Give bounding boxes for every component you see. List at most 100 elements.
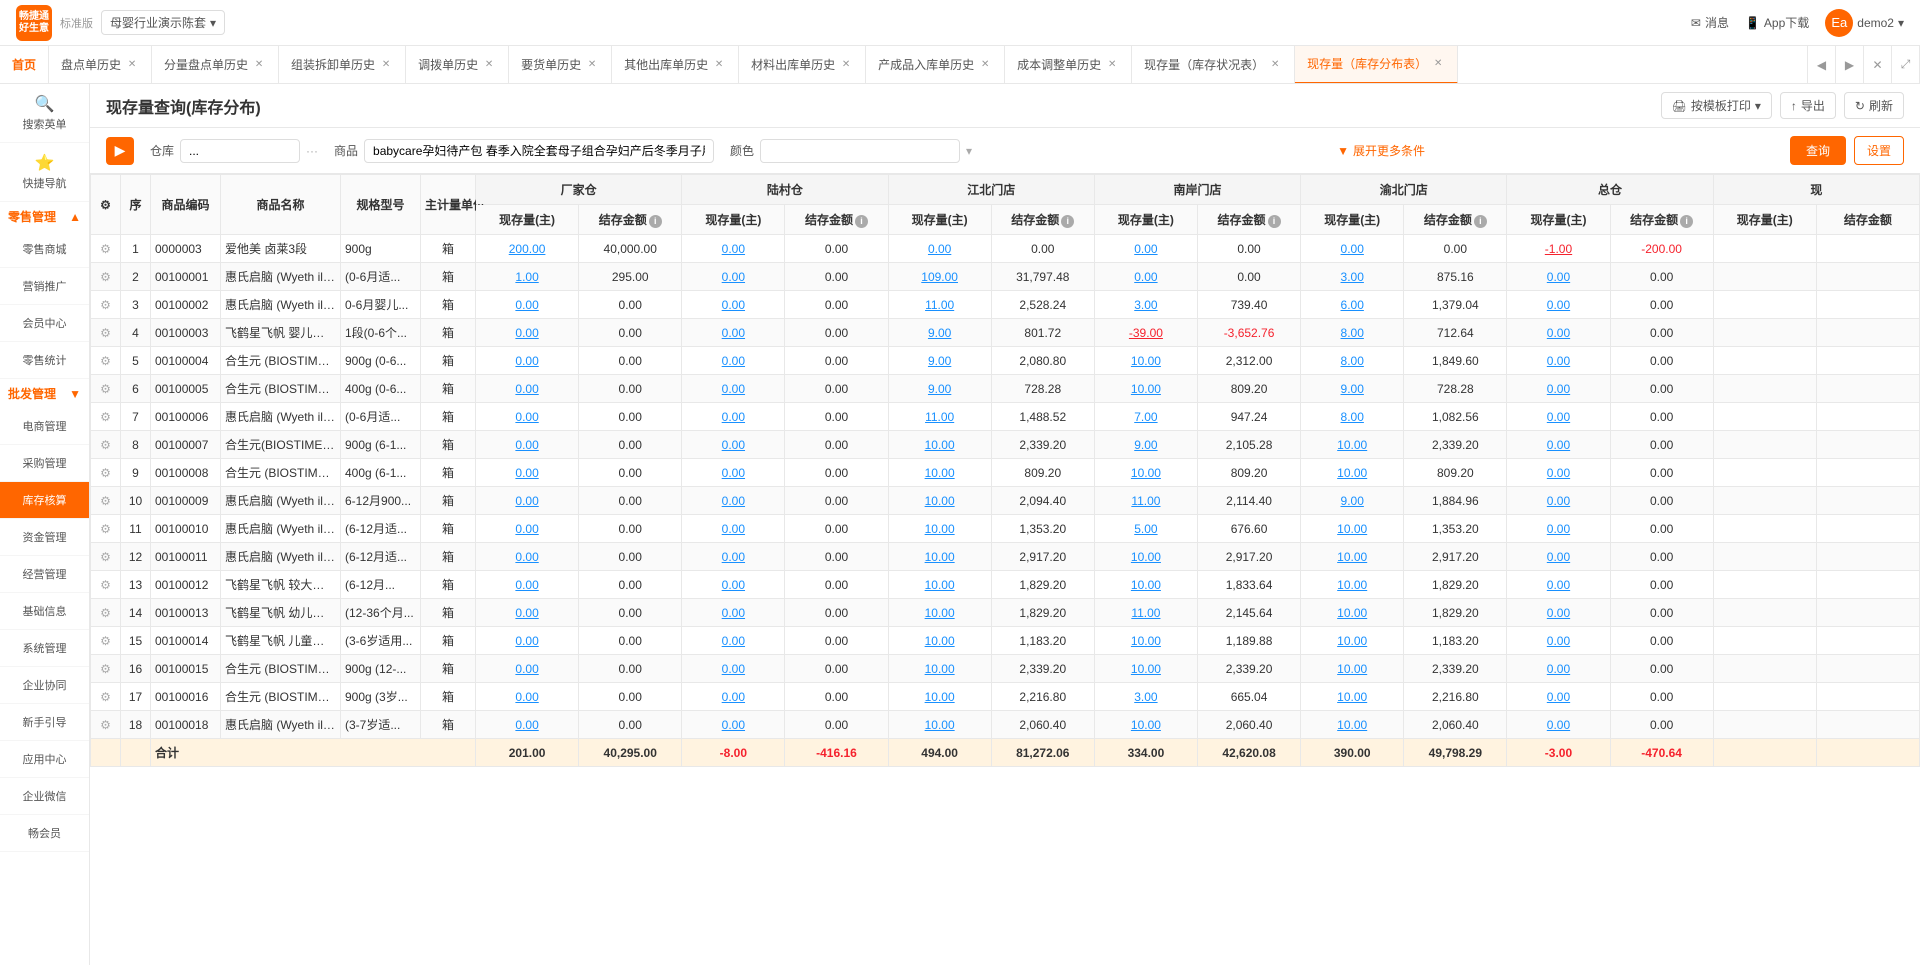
tab-inventory-history[interactable]: 盘点单历史 ✕ [49, 46, 152, 84]
tab-cost-adjust[interactable]: 成本调整单历史 ✕ [1005, 46, 1132, 84]
row-gear[interactable]: ⚙ [91, 571, 121, 599]
tab-other-outbound[interactable]: 其他出库单历史 ✕ [612, 46, 739, 84]
sidebar-section-wholesale[interactable]: 批发管理 ▼ [0, 379, 89, 408]
search-btn[interactable]: 查询 [1790, 136, 1846, 165]
sidebar-item-retail-mall[interactable]: 零售商城 [0, 231, 89, 268]
close-icon[interactable]: ✕ [125, 58, 139, 72]
close-icon[interactable]: ✕ [482, 58, 496, 72]
row-gear[interactable]: ⚙ [91, 683, 121, 711]
data-table: ⚙ 序 商品编码 商品名称 规格型号 主计量单位 厂家仓 陆村仓 江北门店 南岸… [90, 174, 1920, 767]
sidebar-item-collab[interactable]: 企业协同 [0, 667, 89, 704]
search-expand-btn[interactable]: ▶ [106, 137, 134, 165]
industry-selector[interactable]: 母婴行业演示陈套 ▾ [101, 10, 225, 35]
row-gear[interactable]: ⚙ [91, 347, 121, 375]
sidebar-item-search[interactable]: 🔍 搜索英单 [0, 84, 89, 143]
info-icon[interactable]: i [1680, 215, 1693, 228]
row-gear[interactable]: ⚙ [91, 403, 121, 431]
row-jiangbei-qty: 11.00 [888, 403, 991, 431]
close-icon[interactable]: ✕ [712, 58, 726, 72]
row-jiangbei-qty: 10.00 [888, 683, 991, 711]
row-gear[interactable]: ⚙ [91, 487, 121, 515]
row-gear[interactable]: ⚙ [91, 431, 121, 459]
sidebar-item-guide[interactable]: 新手引导 [0, 704, 89, 741]
row-spec: (6-12月适... [341, 515, 421, 543]
row-lucun-amt: 0.00 [785, 655, 888, 683]
row-no: 18 [121, 711, 151, 739]
info-icon[interactable]: i [1268, 215, 1281, 228]
row-unit: 箱 [421, 291, 476, 319]
sidebar-section-retail[interactable]: 零售管理 ▲ [0, 202, 89, 231]
message-btn[interactable]: ✉ 消息 [1691, 14, 1729, 31]
tab-assembly-history[interactable]: 组装拆卸单历史 ✕ [279, 46, 406, 84]
row-nanan-amt: 2,145.64 [1197, 599, 1300, 627]
sidebar-item-marketing[interactable]: 营销推广 [0, 268, 89, 305]
row-gear[interactable]: ⚙ [91, 711, 121, 739]
sidebar-item-retail-stats[interactable]: 零售统计 [0, 342, 89, 379]
row-no: 16 [121, 655, 151, 683]
row-jiangbei-amt: 2,094.40 [991, 487, 1094, 515]
close-icon[interactable]: ✕ [379, 58, 393, 72]
info-icon[interactable]: i [649, 215, 662, 228]
tab-transfer-history[interactable]: 调拨单历史 ✕ [406, 46, 509, 84]
sidebar-item-inventory[interactable]: 库存核算 [0, 482, 89, 519]
close-icon[interactable]: ✕ [252, 58, 266, 72]
goods-input[interactable] [364, 139, 714, 163]
sidebar-item-ecommerce[interactable]: 电商管理 [0, 408, 89, 445]
sidebar-item-nav[interactable]: ⭐ 快捷导航 [0, 143, 89, 202]
sidebar-item-purchase[interactable]: 采购管理 [0, 445, 89, 482]
row-gear[interactable]: ⚙ [91, 319, 121, 347]
close-icon[interactable]: ✕ [1105, 58, 1119, 72]
expand-conditions[interactable]: ▼ 展开更多条件 [988, 142, 1774, 159]
table-scroll-wrapper[interactable]: ⚙ 序 商品编码 商品名称 规格型号 主计量单位 厂家仓 陆村仓 江北门店 南岸… [90, 174, 1920, 965]
tab-split-history[interactable]: 分量盘点单历史 ✕ [152, 46, 279, 84]
row-gear[interactable]: ⚙ [91, 291, 121, 319]
print-btn[interactable]: 🖨 按模板打印 ▾ [1661, 92, 1772, 119]
setting-btn[interactable]: 设置 [1854, 136, 1904, 165]
row-gear[interactable]: ⚙ [91, 543, 121, 571]
sidebar-item-member-plus[interactable]: 畅会员 [0, 815, 89, 852]
tab-close-all-btn[interactable]: ✕ [1864, 46, 1892, 84]
row-gear[interactable]: ⚙ [91, 515, 121, 543]
info-icon[interactable]: i [855, 215, 868, 228]
info-icon[interactable]: i [1474, 215, 1487, 228]
row-gear[interactable]: ⚙ [91, 627, 121, 655]
sidebar-item-app-center[interactable]: 应用中心 [0, 741, 89, 778]
close-icon[interactable]: ✕ [585, 58, 599, 72]
row-jiangbei-amt: 31,797.48 [991, 263, 1094, 291]
sidebar-item-members[interactable]: 会员中心 [0, 305, 89, 342]
tab-stock-distribution[interactable]: 现存量（库存分布表） ✕ [1295, 46, 1458, 84]
sidebar-item-system[interactable]: 系统管理 [0, 630, 89, 667]
tab-order-history[interactable]: 要货单历史 ✕ [509, 46, 612, 84]
close-icon[interactable]: ✕ [839, 58, 853, 72]
color-input[interactable] [760, 139, 960, 163]
tab-home[interactable]: 首页 [0, 46, 49, 84]
warehouse-dots[interactable]: ··· [306, 144, 318, 158]
info-icon[interactable]: i [1061, 215, 1074, 228]
chevron-down-icon[interactable]: ▾ [966, 144, 972, 158]
row-gear[interactable]: ⚙ [91, 235, 121, 263]
tab-product-inbound[interactable]: 产成品入库单历史 ✕ [866, 46, 1005, 84]
tab-stock-status[interactable]: 现存量（库存状况表） ✕ [1132, 46, 1295, 84]
close-icon[interactable]: ✕ [1268, 58, 1282, 72]
tab-expand-btn[interactable]: ⤢ [1892, 46, 1920, 84]
row-curr-amt [1816, 571, 1919, 599]
row-gear[interactable]: ⚙ [91, 655, 121, 683]
tab-material-outbound[interactable]: 材料出库单历史 ✕ [739, 46, 866, 84]
row-gear[interactable]: ⚙ [91, 459, 121, 487]
refresh-btn[interactable]: ↻ 刷新 [1844, 92, 1904, 119]
sidebar-item-wechat[interactable]: 企业微信 [0, 778, 89, 815]
app-download-btn[interactable]: 📱 App下载 [1745, 14, 1809, 31]
user-menu[interactable]: Ea demo2 ▾ [1825, 9, 1904, 37]
export-btn[interactable]: ↑ 导出 [1780, 92, 1836, 119]
warehouse-input[interactable] [180, 139, 300, 163]
tab-next-btn[interactable]: ▶ [1836, 46, 1864, 84]
row-gear[interactable]: ⚙ [91, 263, 121, 291]
close-icon[interactable]: ✕ [978, 58, 992, 72]
sidebar-item-operations[interactable]: 经营管理 [0, 556, 89, 593]
row-gear[interactable]: ⚙ [91, 599, 121, 627]
close-icon[interactable]: ✕ [1431, 57, 1445, 71]
sidebar-item-finance[interactable]: 资金管理 [0, 519, 89, 556]
tab-prev-btn[interactable]: ◀ [1808, 46, 1836, 84]
sidebar-item-basic-info[interactable]: 基础信息 [0, 593, 89, 630]
row-gear[interactable]: ⚙ [91, 375, 121, 403]
